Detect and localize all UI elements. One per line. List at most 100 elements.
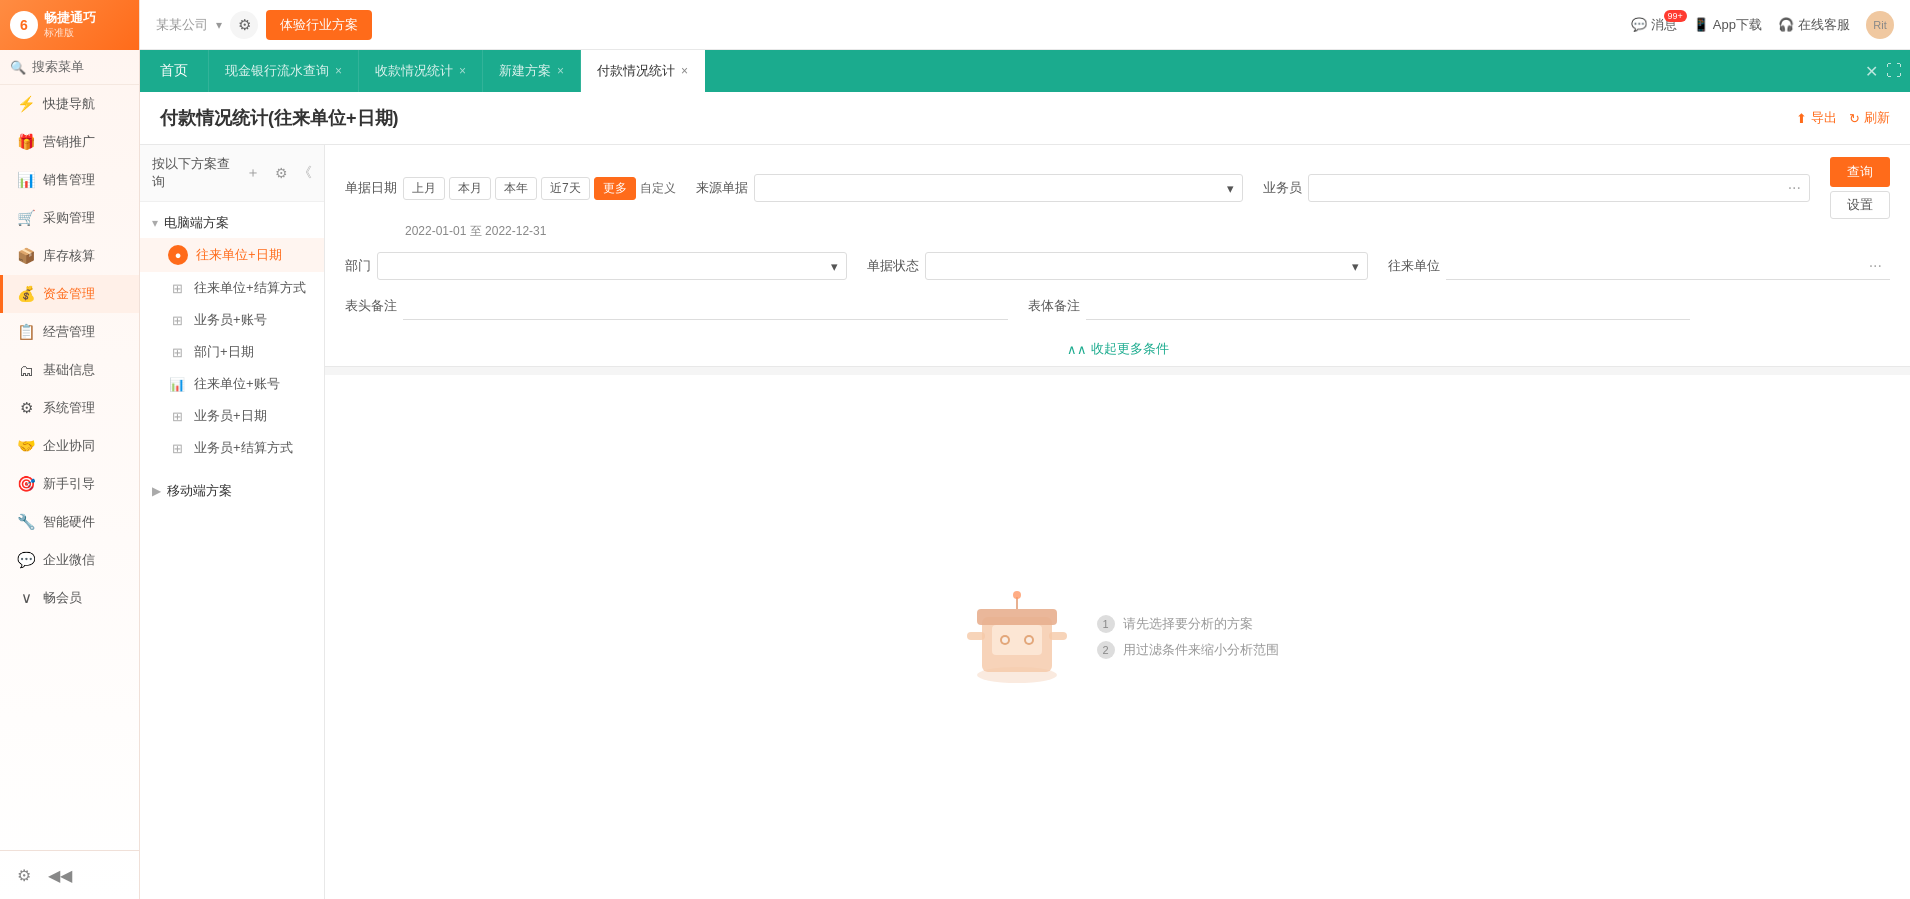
scheme-item-partner-date[interactable]: ● 往来单位+日期	[140, 238, 324, 272]
export-btn[interactable]: ⬆ 导出	[1796, 109, 1837, 127]
svg-rect-11	[1049, 632, 1067, 640]
app-download-btn[interactable]: 📱 App下载	[1693, 16, 1762, 34]
sidebar-item-sales[interactable]: 📊 销售管理	[0, 161, 139, 199]
search-icon: 🔍	[10, 60, 26, 75]
staff-select[interactable]: ···	[1308, 174, 1810, 202]
sidebar-item-operations[interactable]: 📋 经营管理	[0, 313, 139, 351]
company-dropdown-icon[interactable]: ▾	[216, 18, 222, 32]
tabbar-end: ✕ ⛶	[1857, 50, 1910, 92]
maximize-btn[interactable]: ⛶	[1886, 62, 1902, 80]
sidebar-item-marketing[interactable]: 🎁 营销推广	[0, 123, 139, 161]
svg-rect-10	[967, 632, 985, 640]
collapse-more-btn[interactable]: ∧∧ 收起更多条件	[325, 332, 1910, 367]
scheme-group-mobile-title[interactable]: ▶ 移动端方案	[140, 476, 324, 506]
user-avatar[interactable]: Rit	[1866, 11, 1894, 39]
staff-dots: ···	[1788, 179, 1801, 197]
filter-body-note-item: 表体备注	[1028, 292, 1691, 320]
date-btn-this-month[interactable]: 本月	[449, 177, 491, 200]
operations-icon: 📋	[17, 323, 35, 341]
head-note-input[interactable]	[403, 292, 1008, 320]
trial-btn[interactable]: 体验行业方案	[266, 10, 372, 40]
date-btn-this-year[interactable]: 本年	[495, 177, 537, 200]
tab-receipt-stats[interactable]: 收款情况统计 ×	[359, 50, 483, 92]
refresh-icon: ↻	[1849, 111, 1860, 126]
scheme-item-label: 往来单位+账号	[194, 375, 280, 393]
collapse-bar-text: ∧∧ 收起更多条件	[1067, 340, 1169, 358]
dept-label: 部门	[345, 257, 371, 275]
source-doc-select[interactable]: ▾	[754, 174, 1243, 202]
tabbar: 首页 现金银行流水查询 × 收款情况统计 × 新建方案 × 付款情况统计 × ✕…	[140, 50, 1910, 92]
sidebar-item-label: 智能硬件	[43, 513, 95, 531]
empty-content: 1 请先选择要分析的方案 2 用过滤条件来缩小分析范围	[957, 587, 1279, 687]
search-menu-label: 搜索菜单	[32, 58, 84, 76]
doc-status-select[interactable]: ▾	[925, 252, 1369, 280]
scheme-sidebar-collapse-btn[interactable]: 《	[298, 164, 312, 182]
collapse-sidebar-btn[interactable]: ◀◀	[46, 861, 74, 889]
scheme-item-label: 往来单位+结算方式	[194, 279, 306, 297]
tab-receipt-close[interactable]: ×	[459, 64, 466, 78]
scheme-item-staff-payment[interactable]: ⊞ 业务员+结算方式	[140, 432, 324, 464]
scheme-item-label: 业务员+账号	[194, 311, 267, 329]
sidebar-item-basic-info[interactable]: 🗂 基础信息	[0, 351, 139, 389]
date-btn-last-7[interactable]: 近7天	[541, 177, 590, 200]
dept-select[interactable]: ▾	[377, 252, 847, 280]
date-btn-last-month[interactable]: 上月	[403, 177, 445, 200]
sidebar-item-label: 营销推广	[43, 133, 95, 151]
refresh-btn[interactable]: ↻ 刷新	[1849, 109, 1890, 127]
sidebar-item-collab[interactable]: 🤝 企业协同	[0, 427, 139, 465]
tab-payment-close[interactable]: ×	[681, 64, 688, 78]
filter-head-note-item: 表头备注	[345, 292, 1008, 320]
scheme-item-dept-date[interactable]: ⊞ 部门+日期	[140, 336, 324, 368]
scheme-item-staff-date[interactable]: ⊞ 业务员+日期	[140, 400, 324, 432]
sidebar-item-wechat[interactable]: 💬 企业微信	[0, 541, 139, 579]
sidebar-item-member[interactable]: ∨ 畅会员	[0, 579, 139, 617]
svg-point-9	[1013, 591, 1021, 599]
date-btn-more[interactable]: 更多	[594, 177, 636, 200]
tab-cash-flow-label: 现金银行流水查询	[225, 62, 329, 80]
table-icon-1: ⊞	[168, 279, 186, 297]
notification-area[interactable]: 💬 消息 99+	[1631, 16, 1677, 34]
finance-icon: 💰	[17, 285, 35, 303]
sidebar-item-purchase[interactable]: 🛒 采购管理	[0, 199, 139, 237]
filter-settings-btn[interactable]: 设置	[1830, 191, 1890, 219]
date-filter-label: 单据日期	[345, 179, 397, 197]
partner-select[interactable]: ···	[1446, 252, 1890, 280]
sidebar-item-system[interactable]: ⚙ 系统管理	[0, 389, 139, 427]
topbar-settings-btn[interactable]: ⚙	[230, 11, 258, 39]
tab-home[interactable]: 首页	[140, 50, 209, 92]
tab-new-scheme-label: 新建方案	[499, 62, 551, 80]
scheme-item-staff-account[interactable]: ⊞ 业务员+账号	[140, 304, 324, 336]
filter-staff-item: 业务员 ···	[1263, 174, 1810, 202]
scheme-group-arrow: ▾	[152, 216, 158, 230]
collapse-label: 收起更多条件	[1091, 340, 1169, 358]
topbar: 某某公司 ▾ ⚙ 体验行业方案 💬 消息 99+ 📱 App下载 🎧 在线客服 …	[140, 0, 1910, 50]
tab-new-scheme[interactable]: 新建方案 ×	[483, 50, 581, 92]
sidebar-item-quick-nav[interactable]: ⚡ 快捷导航	[0, 85, 139, 123]
scheme-settings-btn[interactable]: ⚙	[270, 162, 292, 184]
member-icon: ∨	[17, 589, 35, 607]
sidebar-item-finance[interactable]: 💰 资金管理	[0, 275, 139, 313]
close-all-tabs-btn[interactable]: ✕	[1865, 62, 1878, 81]
sidebar-item-inventory[interactable]: 📦 库存核算	[0, 237, 139, 275]
filter-section: 单据日期 上月 本月 本年 近7天 更多 自定义	[325, 145, 1910, 332]
sidebar-item-hardware[interactable]: 🔧 智能硬件	[0, 503, 139, 541]
body-note-input[interactable]	[1086, 292, 1691, 320]
online-service-btn[interactable]: 🎧 在线客服	[1778, 16, 1850, 34]
scheme-group-desktop-title[interactable]: ▾ 电脑端方案	[140, 208, 324, 238]
settings-footer-btn[interactable]: ⚙	[10, 861, 38, 889]
add-scheme-btn[interactable]: ＋	[242, 162, 264, 184]
tab-payment-stats[interactable]: 付款情况统计 ×	[581, 50, 705, 92]
search-menu[interactable]: 🔍 搜索菜单	[0, 50, 139, 85]
notification-icon: 💬	[1631, 17, 1647, 32]
query-btn[interactable]: 查询	[1830, 157, 1890, 187]
topbar-right: 💬 消息 99+ 📱 App下载 🎧 在线客服 Rit	[1631, 11, 1894, 39]
quick-nav-icon: ⚡	[17, 95, 35, 113]
scheme-item-partner-account[interactable]: 📊 往来单位+账号	[140, 368, 324, 400]
sidebar-item-label: 企业协同	[43, 437, 95, 455]
scheme-item-partner-payment[interactable]: ⊞ 往来单位+结算方式	[140, 272, 324, 304]
sidebar-item-guide[interactable]: 🎯 新手引导	[0, 465, 139, 503]
tab-cash-flow[interactable]: 现金银行流水查询 ×	[209, 50, 359, 92]
tab-new-scheme-close[interactable]: ×	[557, 64, 564, 78]
tip-text-1: 请先选择要分析的方案	[1123, 615, 1253, 633]
tab-cash-flow-close[interactable]: ×	[335, 64, 342, 78]
